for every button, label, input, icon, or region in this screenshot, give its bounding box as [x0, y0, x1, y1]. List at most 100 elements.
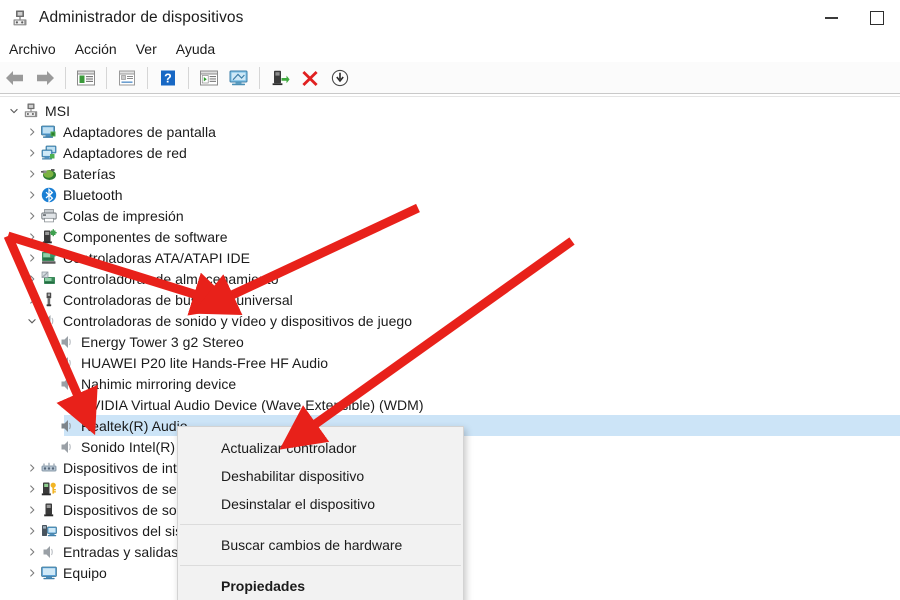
scan-view-button[interactable]	[194, 65, 224, 91]
tree-item-label: NVIDIA Virtual Audio Device (Wave Extens…	[81, 396, 424, 413]
tree-item-nvidia-virtual-audio-device[interactable]: NVIDIA Virtual Audio Device (Wave Extens…	[0, 394, 900, 415]
chevron-down-icon[interactable]	[6, 100, 22, 121]
speaker-icon	[58, 333, 76, 351]
security-device-icon	[40, 480, 58, 498]
update-driver-button[interactable]	[265, 65, 295, 91]
sound-controller-icon	[40, 312, 58, 330]
chevron-right-icon[interactable]	[24, 520, 40, 541]
monitor-scan-icon	[229, 70, 248, 86]
menu-ayuda[interactable]: Ayuda	[176, 41, 215, 57]
software-component-icon	[40, 228, 58, 246]
monitor-icon	[40, 564, 58, 582]
play-window-icon	[200, 70, 218, 86]
tree-item-label: HUAWEI P20 lite Hands-Free HF Audio	[81, 354, 329, 371]
speaker-icon	[58, 417, 76, 435]
tree-item-controladoras-ata-atapi-ide[interactable]: Controladoras ATA/ATAPI IDE	[0, 247, 900, 268]
maximize-button[interactable]	[854, 0, 900, 36]
chevron-right-icon[interactable]	[24, 142, 40, 163]
menu-ver[interactable]: Ver	[136, 41, 157, 57]
usb-controller-icon	[40, 291, 58, 309]
chevron-right-icon[interactable]	[24, 289, 40, 310]
properties-button[interactable]	[112, 65, 142, 91]
tree-item-bluetooth[interactable]: Bluetooth	[0, 184, 900, 205]
tree-item-nahimic-mirroring-device[interactable]: Nahimic mirroring device	[0, 373, 900, 394]
tree-item-controladoras-de-almacenamiento[interactable]: Controladoras de almacenamiento	[0, 268, 900, 289]
speaker-icon	[58, 396, 76, 414]
tree-item-msi[interactable]: MSI	[0, 100, 900, 121]
red-x-icon	[302, 71, 318, 86]
back-button[interactable]	[0, 65, 30, 91]
toolbar-divider-shadow	[0, 96, 900, 97]
system-device-icon	[40, 522, 58, 540]
tree-item-energy-tower-3-g2-stereo[interactable]: Energy Tower 3 g2 Stereo	[0, 331, 900, 352]
context-menu-separator	[180, 565, 461, 566]
tree-item-adaptadores-de-red[interactable]: Adaptadores de red	[0, 142, 900, 163]
tree-item-baterias[interactable]: Baterías	[0, 163, 900, 184]
chevron-right-icon[interactable]	[24, 121, 40, 142]
menu-bar: Archivo Acción Ver Ayuda	[0, 36, 900, 62]
device-manager-window: Administrador de dispositivos Archivo Ac…	[0, 0, 900, 600]
speaker-icon	[58, 375, 76, 393]
chevron-right-icon[interactable]	[24, 226, 40, 247]
chevron-right-icon[interactable]	[24, 268, 40, 289]
toolbar-separator	[259, 67, 260, 89]
audio-io-icon	[40, 543, 58, 561]
tree-item-label: Controladoras ATA/ATAPI IDE	[63, 249, 251, 266]
tree-item-label: Adaptadores de pantalla	[63, 123, 216, 140]
toolbar-separator	[188, 67, 189, 89]
menu-archivo[interactable]: Archivo	[9, 41, 56, 57]
chevron-right-icon[interactable]	[24, 184, 40, 205]
svg-text:?: ?	[164, 71, 172, 85]
down-arrow-circle-icon	[331, 69, 349, 87]
tree-item-label: Realtek(R) Audio	[81, 417, 188, 434]
tree-item-huawei-p20-lite-hands-free-hf-audio[interactable]: HUAWEI P20 lite Hands-Free HF Audio	[0, 352, 900, 373]
menu-accion[interactable]: Acción	[75, 41, 117, 57]
tree-item-componentes-de-software[interactable]: Componentes de software	[0, 226, 900, 247]
help-button[interactable]: ?	[153, 65, 183, 91]
computer-icon	[22, 102, 40, 120]
properties-window-icon	[119, 70, 135, 86]
tree-item-adaptadores-de-pantalla[interactable]: Adaptadores de pantalla	[0, 121, 900, 142]
software-device-icon	[40, 501, 58, 519]
context-menu[interactable]: Actualizar controlador Deshabilitar disp…	[177, 426, 464, 600]
show-hide-console-tree-button[interactable]	[71, 65, 101, 91]
uninstall-device-button[interactable]	[295, 65, 325, 91]
display-adapter-icon	[40, 123, 58, 141]
ctx-update-driver[interactable]: Actualizar controlador	[178, 434, 463, 462]
storage-controller-icon	[40, 270, 58, 288]
chevron-right-icon[interactable]	[24, 541, 40, 562]
chevron-right-icon[interactable]	[24, 163, 40, 184]
scan-hardware-changes-button[interactable]	[224, 65, 254, 91]
chevron-right-icon[interactable]	[24, 478, 40, 499]
disable-device-button[interactable]	[325, 65, 355, 91]
chevron-right-icon[interactable]	[24, 205, 40, 226]
chevron-right-icon[interactable]	[24, 562, 40, 583]
chevron-down-icon[interactable]	[24, 310, 40, 331]
speaker-icon	[58, 438, 76, 456]
tree-item-label: Nahimic mirroring device	[81, 375, 237, 392]
tree-item-controladoras-de-sonido[interactable]: Controladoras de sonido y vídeo y dispos…	[0, 310, 900, 331]
tree-item-label: Baterías	[63, 165, 116, 182]
ctx-disable-device[interactable]: Deshabilitar dispositivo	[178, 462, 463, 490]
tree-item-label: Bluetooth	[63, 186, 123, 203]
chevron-right-icon[interactable]	[24, 457, 40, 478]
console-tree-icon	[77, 70, 95, 86]
toolbar-divider	[0, 93, 900, 94]
ctx-scan-hardware-changes[interactable]: Buscar cambios de hardware	[178, 531, 463, 559]
toolbar: ?	[0, 62, 900, 94]
speaker-icon	[58, 354, 76, 372]
tree-item-controladoras-de-bus-serie-universal[interactable]: Controladoras de bus serie universal	[0, 289, 900, 310]
update-driver-icon	[272, 70, 290, 86]
battery-icon	[40, 165, 58, 183]
toolbar-separator	[147, 67, 148, 89]
minimize-button[interactable]	[808, 0, 854, 36]
ctx-uninstall-device[interactable]: Desinstalar el dispositivo	[178, 490, 463, 518]
tree-item-colas-de-impresion[interactable]: Colas de impresión	[0, 205, 900, 226]
bluetooth-icon	[40, 186, 58, 204]
chevron-right-icon[interactable]	[24, 247, 40, 268]
forward-arrow-icon	[37, 71, 54, 85]
device-manager-icon	[10, 8, 30, 28]
ctx-properties[interactable]: Propiedades	[178, 572, 463, 600]
forward-button[interactable]	[30, 65, 60, 91]
chevron-right-icon[interactable]	[24, 499, 40, 520]
